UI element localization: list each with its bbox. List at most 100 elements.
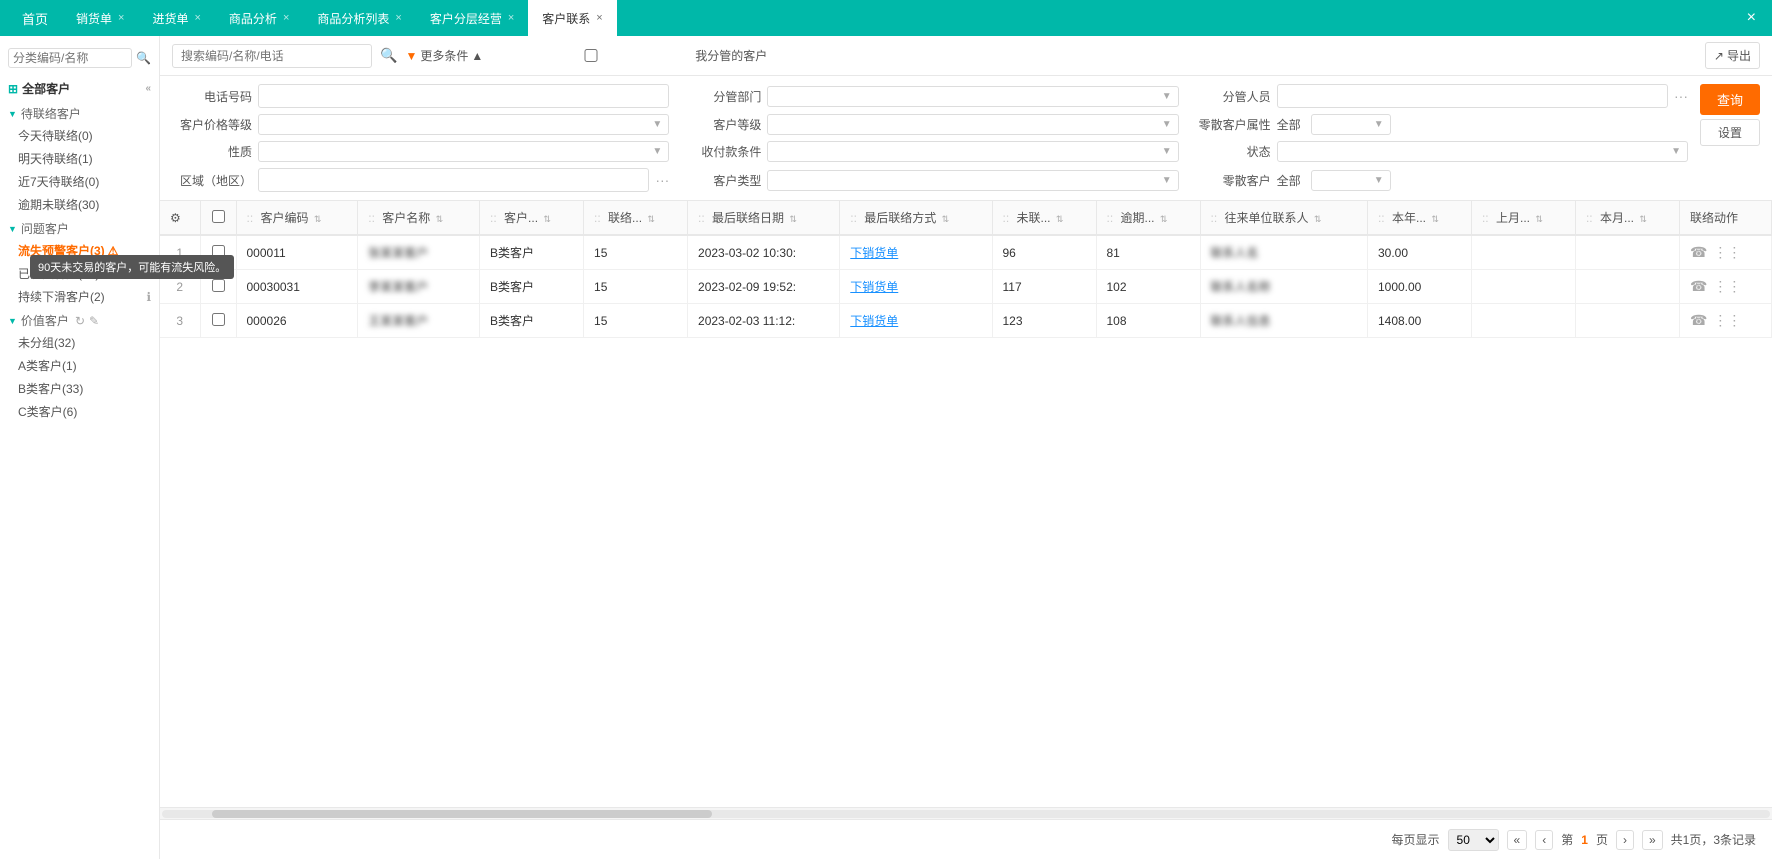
row-unit-3: 联系人信息: [1200, 304, 1367, 338]
nav-product-list[interactable]: 商品分析列表 ×: [303, 0, 415, 36]
all-customers-header[interactable]: ⊞ 全部客户 «: [0, 76, 159, 101]
sidebar-item-ungrouped[interactable]: 未分组(32): [0, 331, 159, 354]
row-method-1[interactable]: 下销货单: [840, 235, 992, 270]
close-customer-tier-tab[interactable]: ×: [508, 12, 514, 24]
edit-group-icon[interactable]: ✎: [89, 314, 99, 328]
region-input[interactable]: [258, 168, 649, 192]
horizontal-scrollbar[interactable]: [160, 807, 1772, 819]
value-customer-group[interactable]: ▼ 价值客户 ↻ ✎: [0, 308, 159, 331]
row-method-3[interactable]: 下销货单: [840, 304, 992, 338]
status-select[interactable]: ▼: [1277, 141, 1688, 162]
th-last-month[interactable]: :: 上月... ⇅: [1471, 201, 1575, 235]
close-customer-contact-tab[interactable]: ×: [596, 12, 602, 24]
first-page-button[interactable]: «: [1507, 830, 1528, 850]
th-contact[interactable]: :: 联络... ⇅: [584, 201, 688, 235]
scroll-track[interactable]: [162, 810, 1770, 818]
customer-type-select[interactable]: ▼: [767, 170, 1178, 191]
scroll-thumb[interactable]: [212, 810, 712, 818]
more-conditions-button[interactable]: ▼ 更多条件 ▲: [405, 47, 483, 64]
more-actions-icon-1[interactable]: ⋮⋮: [1713, 244, 1741, 261]
customer-tier-select[interactable]: ▼: [767, 114, 1178, 135]
contact-icon-2[interactable]: ☎: [1690, 278, 1707, 295]
sidebar-item-class-b[interactable]: B类客户(33): [0, 377, 159, 400]
close-sales-tab[interactable]: ×: [118, 12, 124, 24]
sort-icon-this-month: ⇅: [1639, 214, 1647, 224]
sidebar-item-class-c[interactable]: C类客户(6): [0, 400, 159, 423]
col-drag-icon5: ::: [698, 211, 705, 225]
retail-attr-select[interactable]: ▼: [1311, 114, 1391, 135]
sidebar-item-overdue[interactable]: 逾期未联络(30): [0, 193, 159, 216]
manager-more-icon[interactable]: ···: [1674, 88, 1688, 104]
th-last-date[interactable]: :: 最后联络日期 ⇅: [688, 201, 840, 235]
more-actions-icon-3[interactable]: ⋮⋮: [1713, 312, 1741, 329]
th-overdue[interactable]: :: 逾期... ⇅: [1096, 201, 1200, 235]
sort-icon-last-method: ⇅: [942, 214, 950, 224]
sidebar-item-7days[interactable]: 近7天待联络(0): [0, 170, 159, 193]
problem-customer-group[interactable]: ▼ 问题客户: [0, 216, 159, 239]
my-customers-checkbox[interactable]: 我分管的客户: [491, 47, 767, 64]
filter-phone: 电话号码: [172, 84, 669, 108]
close-all-button[interactable]: ×: [1739, 9, 1764, 27]
th-this-month[interactable]: :: 本月... ⇅: [1575, 201, 1679, 235]
th-last-method[interactable]: :: 最后联络方式 ⇅: [840, 201, 992, 235]
problem-customer-tooltip: 90天未交易的客户，可能有流失风险。: [30, 255, 160, 279]
info-icon2[interactable]: ℹ: [146, 290, 151, 304]
nature-select[interactable]: ▼: [258, 141, 669, 162]
prev-page-button[interactable]: ‹: [1535, 830, 1553, 850]
sidebar-item-today[interactable]: 今天待联络(0): [0, 124, 159, 147]
close-product-analysis-tab[interactable]: ×: [283, 12, 289, 24]
th-name[interactable]: :: 客户名称 ⇅: [358, 201, 480, 235]
search-input[interactable]: [172, 44, 372, 68]
advanced-filter-panel: 电话号码 分管部门 ▼ 分管人员: [160, 76, 1772, 201]
sort-icon-name: ⇅: [436, 214, 444, 224]
sidebar-item-class-a[interactable]: A类客户(1): [0, 354, 159, 377]
phone-input[interactable]: [258, 84, 669, 108]
th-this-year[interactable]: :: 本年... ⇅: [1367, 201, 1471, 235]
query-button[interactable]: 查询: [1700, 84, 1760, 115]
nav-product-analysis[interactable]: 商品分析 ×: [215, 0, 303, 36]
filter-payment: 收付款条件 ▼: [681, 141, 1178, 162]
th-settings[interactable]: ⚙: [160, 201, 200, 235]
row-code-1: 000011: [236, 235, 358, 270]
search-button[interactable]: 🔍: [380, 47, 397, 64]
manager-input[interactable]: [1277, 84, 1668, 108]
contact-icon-1[interactable]: ☎: [1690, 244, 1707, 261]
select-all-checkbox[interactable]: [212, 210, 225, 223]
retail-customer-select[interactable]: ▼: [1311, 170, 1391, 191]
th-unit-contact[interactable]: :: 往来单位联系人 ⇅: [1200, 201, 1367, 235]
nav-sales[interactable]: 销货单 ×: [62, 0, 138, 36]
region-more-icon[interactable]: ···: [655, 172, 669, 188]
close-product-list-tab[interactable]: ×: [395, 12, 401, 24]
close-purchase-tab[interactable]: ×: [194, 12, 200, 24]
row-checkbox-3[interactable]: [200, 304, 236, 338]
th-code[interactable]: :: 客户编码 ⇅: [236, 201, 358, 235]
export-button[interactable]: ↗ 导出: [1705, 42, 1760, 69]
refresh-icon[interactable]: ↻: [75, 314, 85, 328]
th-uncontacted[interactable]: :: 未联... ⇅: [992, 201, 1096, 235]
nav-home[interactable]: 首页: [8, 0, 62, 36]
collapse-sidebar-icon[interactable]: «: [145, 83, 151, 94]
category-search-input[interactable]: [8, 48, 132, 68]
setting-button[interactable]: 设置: [1700, 119, 1760, 146]
per-page-select[interactable]: 50 100 200: [1448, 829, 1499, 851]
search-icon[interactable]: 🔍: [136, 51, 151, 65]
dept-select[interactable]: ▼: [767, 86, 1178, 107]
sidebar-item-declining[interactable]: 持续下滑客户(2) ℹ: [0, 285, 159, 308]
nav-purchase[interactable]: 进货单 ×: [138, 0, 214, 36]
my-customers-check[interactable]: [491, 49, 691, 62]
sidebar-item-tomorrow[interactable]: 明天待联络(1): [0, 147, 159, 170]
nav-customer-tier[interactable]: 客户分层经营 ×: [416, 0, 528, 36]
nav-customer-contact[interactable]: 客户联系 ×: [528, 0, 616, 36]
per-page-label: 每页显示: [1392, 831, 1440, 848]
next-page-button[interactable]: ›: [1616, 830, 1634, 850]
th-checkbox[interactable]: [200, 201, 236, 235]
payment-select[interactable]: ▼: [767, 141, 1178, 162]
row-method-2[interactable]: 下销货单: [840, 270, 992, 304]
th-type[interactable]: :: 客户... ⇅: [480, 201, 584, 235]
price-tier-select[interactable]: ▼: [258, 114, 669, 135]
contact-icon-3[interactable]: ☎: [1690, 312, 1707, 329]
last-page-button[interactable]: »: [1642, 830, 1663, 850]
more-actions-icon-2[interactable]: ⋮⋮: [1713, 278, 1741, 295]
pending-contact-group[interactable]: ▼ 待联络客户: [0, 101, 159, 124]
row-unit-1: 联系人名: [1200, 235, 1367, 270]
